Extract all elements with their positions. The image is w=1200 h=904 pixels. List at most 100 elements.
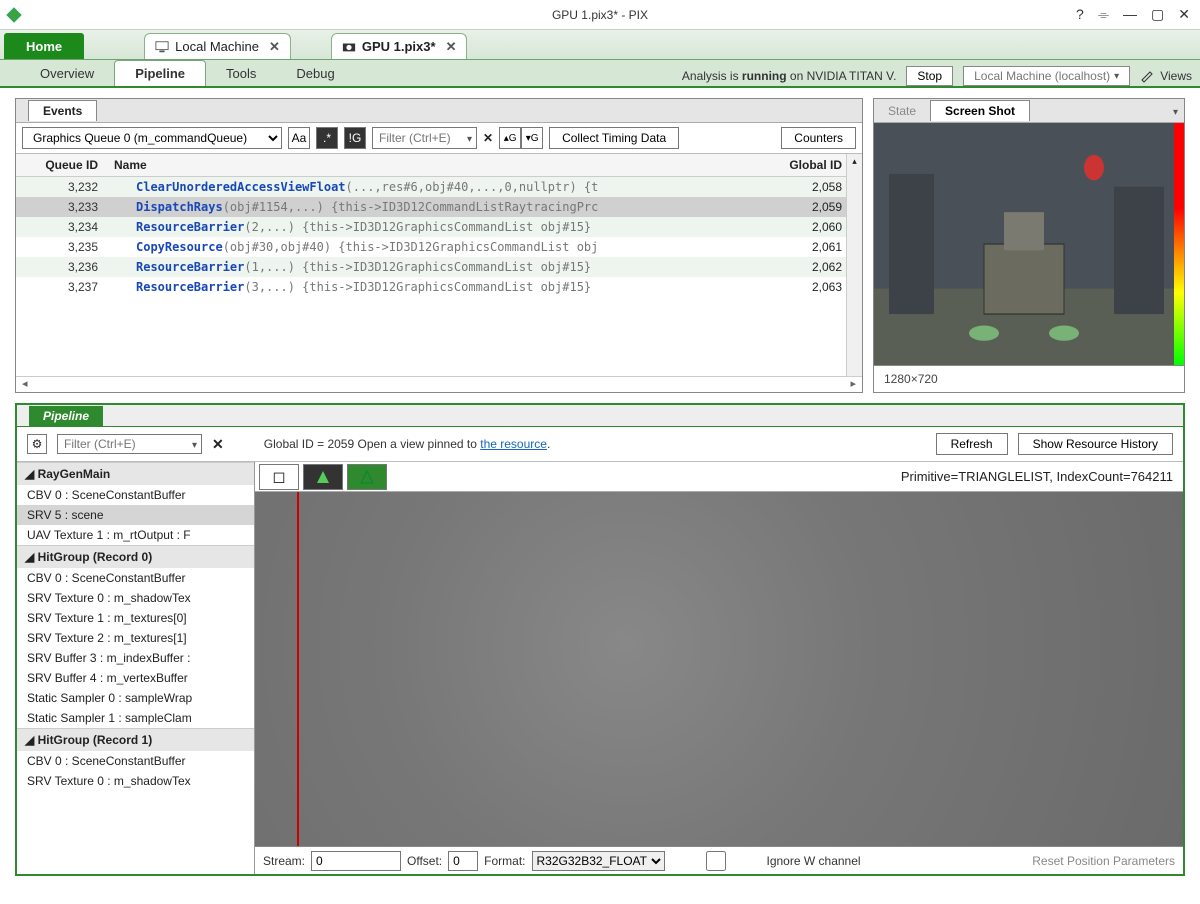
tree-leaf[interactable]: Static Sampler 0 : sampleWrap — [17, 688, 254, 708]
wireframe-canvas[interactable]: Stream: Offset: Format: R32G32B32_FLOAT … — [255, 492, 1183, 874]
monitor-icon — [155, 40, 169, 54]
tree-leaf[interactable]: Static Sampler 1 : sampleClam — [17, 708, 254, 728]
not-g-toggle[interactable]: !G — [344, 127, 366, 149]
pipeline-filter-dropdown-icon[interactable] — [188, 437, 201, 451]
primitive-info: Primitive=TRIANGLELIST, IndexCount=76421… — [901, 469, 1183, 484]
screenshot-menu-icon[interactable] — [1173, 104, 1184, 118]
table-row[interactable]: 3,233DispatchRays(obj#1154,...) {this->I… — [16, 197, 862, 217]
viewer-bottom-bar: Stream: Offset: Format: R32G32B32_FLOAT … — [255, 846, 1183, 874]
scene-preview — [874, 123, 1174, 365]
table-row[interactable]: 3,237ResourceBarrier(3,...) {this->ID3D1… — [16, 277, 862, 297]
close-icon[interactable]: ✕ — [1178, 6, 1190, 23]
views-button[interactable]: Views — [1140, 68, 1192, 84]
viewer-mode-solid-icon[interactable] — [303, 464, 343, 490]
pipeline-tree[interactable]: ◢ RayGenMainCBV 0 : SceneConstantBufferS… — [17, 462, 255, 874]
screenshot-panel: State Screen Shot 1280×720 — [873, 98, 1185, 393]
clear-pipeline-filter-icon[interactable]: ✕ — [212, 436, 224, 453]
home-button[interactable]: Home — [4, 33, 84, 59]
col-queue-id[interactable]: Queue ID — [16, 154, 106, 177]
horizontal-scrollbar[interactable]: ◂▸ — [16, 376, 862, 392]
match-case-toggle[interactable]: Aa — [288, 127, 310, 149]
events-tab[interactable]: Events — [28, 100, 97, 121]
events-panel: Events Graphics Queue 0 (m_commandQueue)… — [15, 98, 863, 393]
offset-label: Offset: — [407, 854, 442, 868]
stop-button[interactable]: Stop — [906, 66, 953, 86]
tab-tools[interactable]: Tools — [206, 61, 276, 86]
document-tab-strip: Home Local Machine ✕ GPU 1.pix3* ✕ — [0, 30, 1200, 60]
section-tab-strip: Overview Pipeline Tools Debug Analysis i… — [0, 60, 1200, 88]
screenshot-tab[interactable]: Screen Shot — [930, 100, 1030, 121]
offset-input[interactable] — [448, 851, 478, 871]
minimize-icon[interactable]: — — [1123, 6, 1137, 23]
ignore-w-label: Ignore W channel — [767, 854, 861, 868]
table-row[interactable]: 3,235CopyResource(obj#30,obj#40) {this->… — [16, 237, 862, 257]
tree-leaf[interactable]: SRV Texture 1 : m_textures[0] — [17, 608, 254, 628]
stream-input[interactable] — [311, 851, 401, 871]
tab-local-label: Local Machine — [175, 39, 259, 54]
edit-icon — [1140, 68, 1156, 84]
regex-toggle[interactable]: .* — [316, 127, 338, 149]
tab-local-machine[interactable]: Local Machine ✕ — [144, 33, 291, 59]
tab-capture-label: GPU 1.pix3* — [362, 39, 436, 54]
show-resource-history-button[interactable]: Show Resource History — [1018, 433, 1173, 455]
prev-g-button[interactable]: ▴G — [499, 127, 521, 149]
tree-leaf[interactable]: UAV Texture 1 : m_rtOutput : F — [17, 525, 254, 545]
maximize-icon[interactable]: ▢ — [1151, 6, 1164, 23]
viewer-mode-wire-icon[interactable] — [347, 464, 387, 490]
format-label: Format: — [484, 854, 525, 868]
state-tab[interactable]: State — [874, 101, 930, 121]
pipeline-filter-input[interactable] — [58, 435, 188, 453]
tree-leaf[interactable]: SRV Buffer 3 : m_indexBuffer : — [17, 648, 254, 668]
ignore-w-checkbox[interactable] — [671, 851, 761, 871]
format-dropdown[interactable]: R32G32B32_FLOAT — [532, 851, 665, 871]
clear-filter-icon[interactable]: ✕ — [483, 131, 493, 145]
gear-icon[interactable]: ⚙ — [27, 434, 47, 454]
mesh-viewer: ◻ Primitive=TRIANGLELIST, IndexCount=764… — [255, 462, 1183, 874]
pipeline-panel: Pipeline ⚙ ✕ Global ID = 2059 Open a vie… — [15, 403, 1185, 876]
tree-leaf[interactable]: SRV Texture 2 : m_textures[1] — [17, 628, 254, 648]
tree-leaf[interactable]: SRV 5 : scene — [17, 505, 254, 525]
tab-debug[interactable]: Debug — [276, 61, 354, 86]
feedback-icon[interactable]: ⌯ — [1098, 6, 1109, 23]
screenshot-resolution: 1280×720 — [874, 366, 1184, 392]
tree-leaf[interactable]: SRV Texture 0 : m_shadowTex — [17, 771, 254, 791]
heatmap-gradient — [1174, 123, 1184, 365]
col-name[interactable]: Name — [106, 154, 742, 177]
tab-close-icon[interactable]: ✕ — [269, 39, 280, 55]
window-title: GPU 1.pix3* - PIX — [0, 8, 1200, 22]
tree-group[interactable]: ◢ RayGenMain — [17, 462, 254, 485]
refresh-button[interactable]: Refresh — [936, 433, 1008, 455]
tab-close-icon[interactable]: ✕ — [446, 39, 457, 55]
events-filter-input[interactable] — [373, 128, 463, 148]
tree-leaf[interactable]: SRV Texture 0 : m_shadowTex — [17, 588, 254, 608]
col-global-id[interactable]: Global ID — [742, 154, 862, 177]
tree-group[interactable]: ◢ HitGroup (Record 1) — [17, 728, 254, 751]
events-table: Queue ID Name Global ID 3,232ClearUnorde… — [16, 154, 862, 297]
help-icon[interactable]: ? — [1076, 6, 1084, 23]
viewer-mode-bounds-icon[interactable]: ◻ — [259, 464, 299, 490]
tab-pipeline[interactable]: Pipeline — [114, 60, 206, 86]
collect-timing-button[interactable]: Collect Timing Data — [549, 127, 679, 149]
title-bar: GPU 1.pix3* - PIX ? ⌯ — ▢ ✕ — [0, 0, 1200, 30]
machine-dropdown[interactable]: Local Machine (localhost) — [963, 66, 1130, 86]
tree-leaf[interactable]: CBV 0 : SceneConstantBuffer — [17, 485, 254, 505]
tree-leaf[interactable]: SRV Buffer 4 : m_vertexBuffer — [17, 668, 254, 688]
tree-leaf[interactable]: CBV 0 : SceneConstantBuffer — [17, 751, 254, 771]
tab-overview[interactable]: Overview — [20, 61, 114, 86]
screenshot-image[interactable] — [874, 123, 1184, 366]
tab-gpu-capture[interactable]: GPU 1.pix3* ✕ — [331, 33, 468, 59]
vertical-scrollbar[interactable]: ▴ — [846, 154, 862, 376]
next-g-button[interactable]: ▾G — [521, 127, 543, 149]
resource-link[interactable]: the resource — [480, 437, 547, 451]
table-row[interactable]: 3,232ClearUnorderedAccessViewFloat(...,r… — [16, 177, 862, 198]
tree-leaf[interactable]: CBV 0 : SceneConstantBuffer — [17, 568, 254, 588]
table-row[interactable]: 3,234ResourceBarrier(2,...) {this->ID3D1… — [16, 217, 862, 237]
filter-dropdown-icon[interactable] — [463, 131, 476, 145]
table-row[interactable]: 3,236ResourceBarrier(1,...) {this->ID3D1… — [16, 257, 862, 277]
reset-position-link[interactable]: Reset Position Parameters — [1032, 854, 1175, 868]
analysis-status: Analysis is running on NVIDIA TITAN V. — [682, 69, 897, 83]
counters-button[interactable]: Counters — [781, 127, 856, 149]
queue-dropdown[interactable]: Graphics Queue 0 (m_commandQueue) — [22, 127, 282, 149]
pipeline-title: Pipeline — [29, 406, 103, 426]
tree-group[interactable]: ◢ HitGroup (Record 0) — [17, 545, 254, 568]
